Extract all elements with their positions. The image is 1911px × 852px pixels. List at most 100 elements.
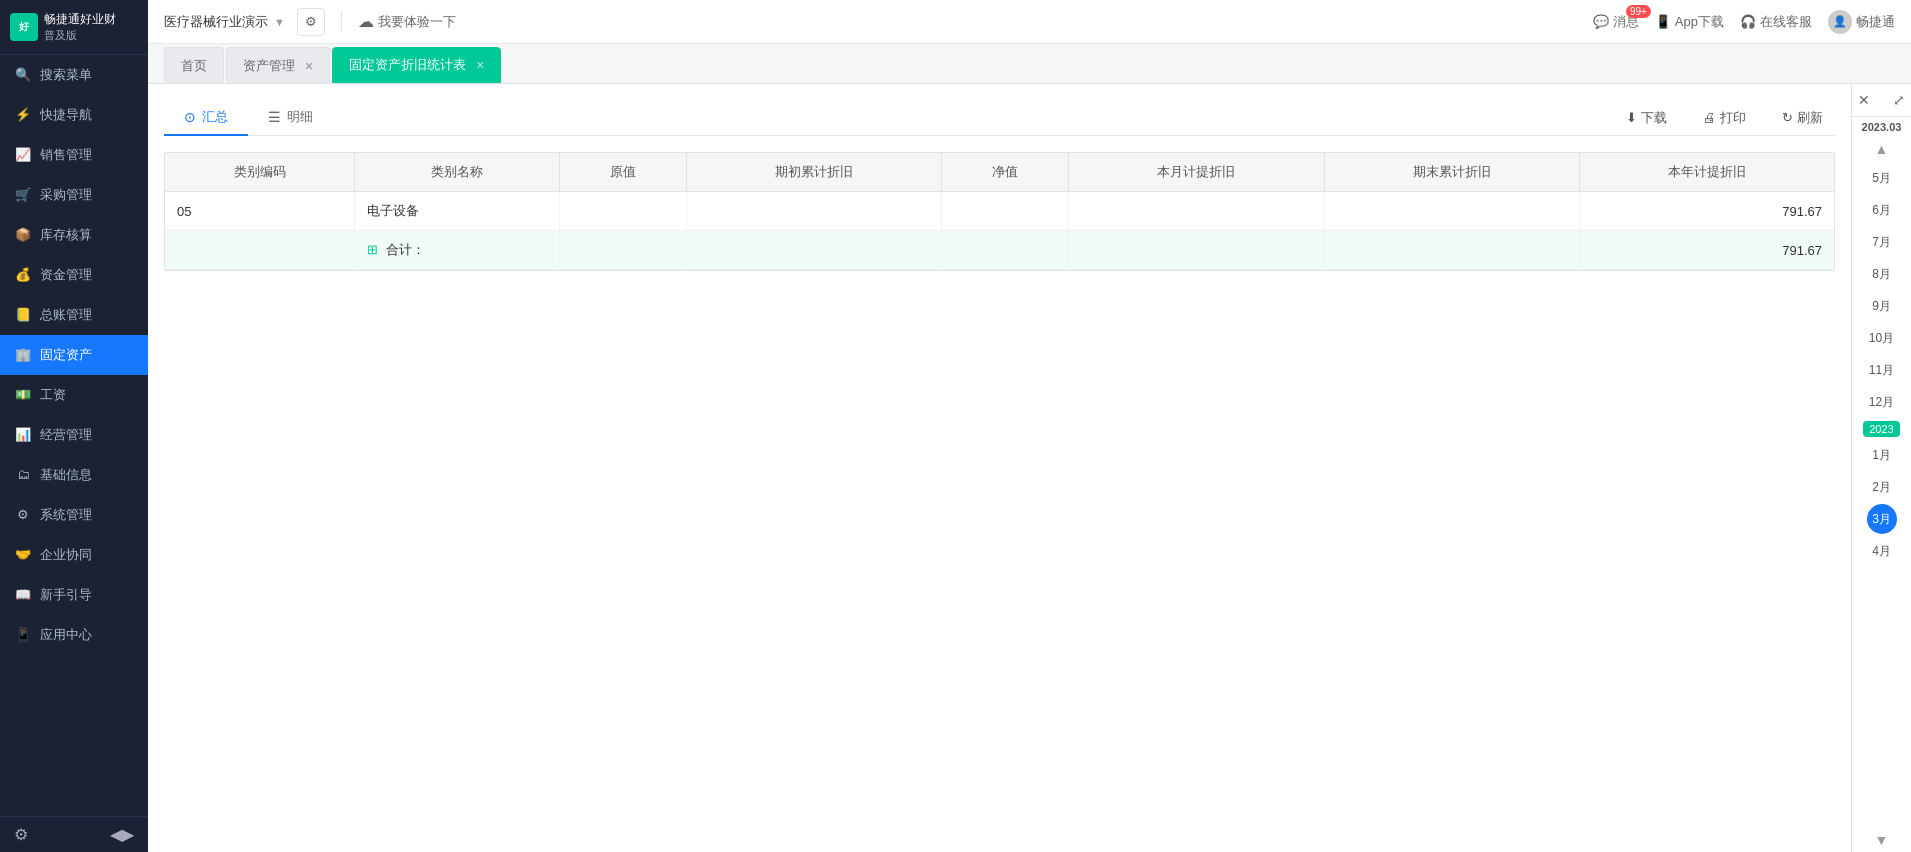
month-9[interactable]: 9月 [1867, 291, 1897, 321]
app-center-icon: 📱 [14, 626, 32, 644]
col-period-end-accum: 期末累计折旧 [1324, 153, 1580, 192]
sidebar-item-inventory[interactable]: 📦 库存核算 [0, 215, 148, 255]
app-download-icon: 📱 [1655, 14, 1671, 29]
summary-icon: ⊙ [184, 109, 196, 125]
sidebar-item-search[interactable]: 🔍 搜索菜单 [0, 55, 148, 95]
finance-icon: 💰 [14, 266, 32, 284]
col-original: 原值 [560, 153, 687, 192]
table-row: 05 电子设备 791.67 [165, 192, 1834, 231]
quick-nav-icon: ⚡ [14, 106, 32, 124]
row-original [560, 192, 687, 231]
sidebar: 好 畅捷通好业财 普及版 🔍 搜索菜单 ⚡ 快捷导航 📈 销售管理 🛒 采购管理… [0, 0, 148, 852]
download-button[interactable]: ⬇ 下载 [1614, 100, 1679, 135]
year-2023-badge: 2023 [1852, 421, 1911, 436]
sidebar-item-sales[interactable]: 📈 销售管理 [0, 135, 148, 175]
main-area: 医疗器械行业演示 ▼ ⚙ ☁ 我要体验一下 💬 消息 99+ 📱 App下载 🎧… [148, 0, 1911, 852]
guide-icon: 📖 [14, 586, 32, 604]
content-main: ⊙ 汇总 ☰ 明细 ⬇ 下载 🖨 打印 [148, 84, 1851, 852]
tab-home[interactable]: 首页 [164, 47, 224, 83]
detail-icon: ☰ [268, 109, 281, 125]
message-icon: 💬 [1593, 14, 1609, 29]
sidebar-bottom: ⚙ ◀▶ [0, 816, 148, 852]
app-download-button[interactable]: 📱 App下载 [1655, 13, 1724, 31]
content-area: ⊙ 汇总 ☰ 明细 ⬇ 下载 🖨 打印 [148, 84, 1911, 852]
sidebar-item-app-center[interactable]: 📱 应用中心 [0, 615, 148, 655]
user-menu[interactable]: 👤 畅捷通 [1828, 10, 1895, 34]
sidebar-item-system[interactable]: ⚙ 系统管理 [0, 495, 148, 535]
month-7[interactable]: 7月 [1867, 227, 1897, 257]
experience-icon: ☁ [358, 12, 374, 31]
online-service-button[interactable]: 🎧 在线客服 [1740, 13, 1812, 31]
tab-fixed-asset-depreciation-close[interactable]: × [476, 57, 484, 73]
total-period-end-accum [1324, 231, 1580, 270]
month-12[interactable]: 12月 [1867, 387, 1897, 417]
subtab-bar: ⊙ 汇总 ☰ 明细 ⬇ 下载 🖨 打印 [164, 100, 1835, 136]
message-button[interactable]: 💬 消息 99+ [1593, 13, 1639, 31]
date-panel-close[interactable]: ✕ [1858, 92, 1870, 108]
date-panel-header: ✕ ⤢ [1852, 84, 1911, 117]
col-monthly-dep: 本月计提折旧 [1068, 153, 1324, 192]
tab-asset-mgmt-close[interactable]: × [305, 58, 313, 74]
total-label: ⊞ 合计： [355, 231, 560, 270]
sidebar-item-ledger[interactable]: 📒 总账管理 [0, 295, 148, 335]
month-4[interactable]: 4月 [1867, 536, 1897, 566]
tab-fixed-asset-depreciation[interactable]: 固定资产折旧统计表 × [332, 47, 501, 83]
print-button[interactable]: 🖨 打印 [1691, 100, 1758, 135]
row-code: 05 [165, 192, 355, 231]
refresh-icon: ↻ [1782, 110, 1793, 125]
sidebar-item-guide[interactable]: 📖 新手引导 [0, 575, 148, 615]
settings-bottom-icon[interactable]: ⚙ [14, 825, 28, 844]
sidebar-item-enterprise[interactable]: 🤝 企业协同 [0, 535, 148, 575]
sidebar-item-fixed-assets[interactable]: 🏢 固定资产 [0, 335, 148, 375]
date-nav-up[interactable]: ▲ [1871, 137, 1893, 161]
date-panel-expand[interactable]: ⤢ [1893, 92, 1905, 108]
sidebar-item-basic-info[interactable]: 🗂 基础信息 [0, 455, 148, 495]
date-nav-down[interactable]: ▼ [1871, 828, 1893, 852]
sidebar-nav: 🔍 搜索菜单 ⚡ 快捷导航 📈 销售管理 🛒 采购管理 📦 库存核算 💰 资金管… [0, 55, 148, 816]
subtab-summary[interactable]: ⊙ 汇总 [164, 100, 248, 136]
topbar: 医疗器械行业演示 ▼ ⚙ ☁ 我要体验一下 💬 消息 99+ 📱 App下载 🎧… [148, 0, 1911, 44]
system-icon: ⚙ [14, 506, 32, 524]
sidebar-item-operations[interactable]: 📊 经营管理 [0, 415, 148, 455]
month-5[interactable]: 5月 [1867, 163, 1897, 193]
date-panel: ✕ ⤢ 2023.03 ▲ 5月 6月 7月 8月 9月 10月 11月 12月… [1851, 84, 1911, 852]
collapse-icon[interactable]: ◀▶ [110, 825, 134, 844]
company-dropdown-arrow: ▼ [274, 16, 285, 28]
col-initial-accum: 期初累计折旧 [686, 153, 942, 192]
service-icon: 🎧 [1740, 14, 1756, 29]
subtab-detail[interactable]: ☰ 明细 [248, 100, 333, 136]
month-6[interactable]: 6月 [1867, 195, 1897, 225]
avatar: 👤 [1828, 10, 1852, 34]
sidebar-item-finance[interactable]: 💰 资金管理 [0, 255, 148, 295]
row-initial-accum [686, 192, 942, 231]
total-icon: ⊞ [367, 242, 378, 257]
month-3[interactable]: 3月 [1867, 504, 1897, 534]
col-code: 类别编码 [165, 153, 355, 192]
search-icon: 🔍 [14, 66, 32, 84]
app-logo-text: 畅捷通好业财 普及版 [44, 12, 116, 42]
month-1[interactable]: 1月 [1867, 440, 1897, 470]
tab-asset-mgmt[interactable]: 资产管理 × [226, 47, 330, 83]
month-8[interactable]: 8月 [1867, 259, 1897, 289]
purchase-icon: 🛒 [14, 186, 32, 204]
topbar-divider [341, 12, 342, 32]
sidebar-item-payroll[interactable]: 💵 工资 [0, 375, 148, 415]
company-selector[interactable]: 医疗器械行业演示 ▼ [164, 13, 285, 31]
refresh-button[interactable]: ↻ 刷新 [1770, 100, 1835, 135]
sidebar-item-quick-nav[interactable]: ⚡ 快捷导航 [0, 95, 148, 135]
experience-button[interactable]: ☁ 我要体验一下 [358, 12, 456, 31]
row-period-end-accum [1324, 192, 1580, 231]
topbar-right: 💬 消息 99+ 📱 App下载 🎧 在线客服 👤 畅捷通 [1593, 10, 1895, 34]
depreciation-table: 类别编码 类别名称 原值 期初累计折旧 净值 本月计提折旧 期末累计折旧 本年计… [164, 152, 1835, 271]
month-2[interactable]: 2月 [1867, 472, 1897, 502]
row-annual-dep: 791.67 [1580, 192, 1834, 231]
col-name: 类别名称 [355, 153, 560, 192]
month-11[interactable]: 11月 [1867, 355, 1897, 385]
ledger-icon: 📒 [14, 306, 32, 324]
month-10[interactable]: 10月 [1867, 323, 1897, 353]
row-name: 电子设备 [355, 192, 560, 231]
sidebar-item-purchase[interactable]: 🛒 采购管理 [0, 175, 148, 215]
settings-button[interactable]: ⚙ [297, 8, 325, 36]
company-name: 医疗器械行业演示 [164, 13, 268, 31]
col-net: 净值 [942, 153, 1069, 192]
